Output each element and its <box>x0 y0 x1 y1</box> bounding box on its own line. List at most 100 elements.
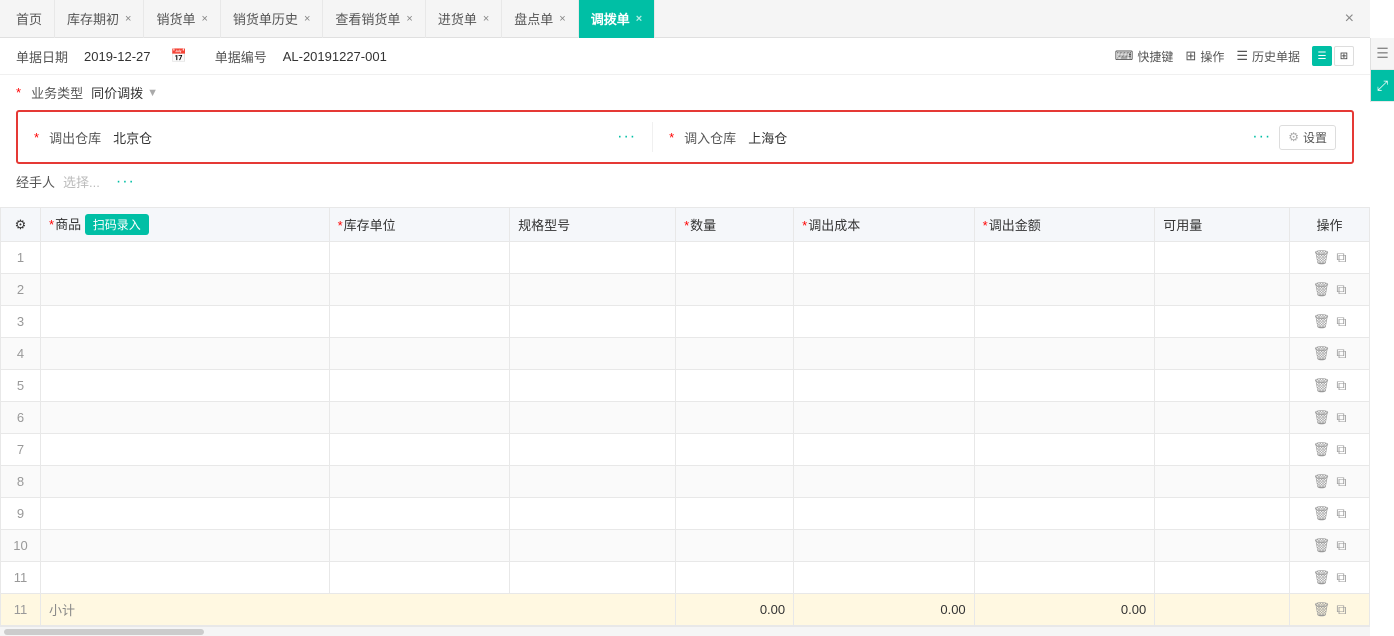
delete-icon[interactable]: 🗑 <box>1313 345 1331 362</box>
tab-close-purchase-order[interactable]: × <box>483 13 489 25</box>
row-product[interactable] <box>41 562 330 594</box>
copy-icon[interactable]: ⧉ <box>1336 473 1346 490</box>
copy-icon[interactable]: ⧉ <box>1336 569 1346 586</box>
row-cost[interactable] <box>794 370 975 402</box>
operations-button[interactable]: ⊞ 操作 <box>1185 48 1224 65</box>
row-amount[interactable] <box>974 274 1155 306</box>
delete-icon[interactable]: 🗑 <box>1313 505 1331 522</box>
row-amount[interactable] <box>974 466 1155 498</box>
row-unit[interactable] <box>329 370 510 402</box>
row-amount[interactable] <box>974 402 1155 434</box>
copy-icon[interactable]: ⧉ <box>1336 249 1346 266</box>
copy-icon[interactable]: ⧉ <box>1336 281 1346 298</box>
row-cost[interactable] <box>794 242 975 274</box>
row-available[interactable] <box>1155 306 1290 338</box>
row-qty[interactable] <box>676 466 794 498</box>
row-product[interactable] <box>41 338 330 370</box>
scan-button[interactable]: 扫码录入 <box>85 214 149 235</box>
row-product[interactable] <box>41 242 330 274</box>
row-spec[interactable] <box>510 466 676 498</box>
row-qty[interactable] <box>676 306 794 338</box>
row-qty[interactable] <box>676 242 794 274</box>
side-list-icon[interactable]: ☰ <box>1371 38 1394 70</box>
row-cost[interactable] <box>794 498 975 530</box>
tab-transfer-order[interactable]: 调拨单× <box>579 0 655 38</box>
delete-icon[interactable]: 🗑 <box>1313 441 1331 458</box>
row-cost[interactable] <box>794 402 975 434</box>
row-cost[interactable] <box>794 466 975 498</box>
row-cost[interactable] <box>794 530 975 562</box>
grid-icon-table[interactable]: ⊞ <box>1334 46 1354 66</box>
row-spec[interactable] <box>510 306 676 338</box>
grid-icon-lines[interactable]: ☰ <box>1312 46 1332 66</box>
row-available[interactable] <box>1155 434 1290 466</box>
row-unit[interactable] <box>329 434 510 466</box>
in-warehouse-more[interactable]: ··· <box>1252 128 1271 146</box>
tab-close-transfer-order[interactable]: × <box>636 13 642 25</box>
tab-close-inventory-check[interactable]: × <box>559 13 565 25</box>
row-available[interactable] <box>1155 466 1290 498</box>
row-amount[interactable] <box>974 530 1155 562</box>
copy-icon[interactable]: ⧉ <box>1336 345 1346 362</box>
row-spec[interactable] <box>510 498 676 530</box>
row-available[interactable] <box>1155 242 1290 274</box>
row-amount[interactable] <box>974 306 1155 338</box>
subtotal-delete-icon[interactable]: 🗑 <box>1313 601 1331 618</box>
row-product[interactable] <box>41 370 330 402</box>
row-unit[interactable] <box>329 402 510 434</box>
in-warehouse-value[interactable]: 上海仓 <box>748 128 787 147</box>
row-unit[interactable] <box>329 562 510 594</box>
history-button[interactable]: ☰ 历史单据 <box>1236 48 1300 65</box>
row-qty[interactable] <box>676 562 794 594</box>
copy-icon[interactable]: ⧉ <box>1336 441 1346 458</box>
tab-inventory-check[interactable]: 盘点单× <box>502 0 578 38</box>
tab-close-sales-order[interactable]: × <box>201 13 207 25</box>
out-warehouse-value[interactable]: 北京仓 <box>113 128 152 147</box>
delete-icon[interactable]: 🗑 <box>1313 473 1331 490</box>
row-unit[interactable] <box>329 466 510 498</box>
tab-close-inventory-init[interactable]: × <box>125 13 131 25</box>
row-qty[interactable] <box>676 498 794 530</box>
tab-inventory-init[interactable]: 库存期初× <box>55 0 144 38</box>
row-unit[interactable] <box>329 306 510 338</box>
delete-icon[interactable]: 🗑 <box>1313 249 1331 266</box>
copy-icon[interactable]: ⧉ <box>1336 537 1346 554</box>
calendar-icon[interactable]: 📅 <box>171 48 187 64</box>
business-type-select[interactable]: 同价调拨 ▼ <box>91 83 251 102</box>
row-product[interactable] <box>41 530 330 562</box>
tab-view-sales[interactable]: 查看销货单× <box>323 0 425 38</box>
row-spec[interactable] <box>510 530 676 562</box>
row-spec[interactable] <box>510 434 676 466</box>
row-cost[interactable] <box>794 274 975 306</box>
row-amount[interactable] <box>974 370 1155 402</box>
close-all-button[interactable]: × <box>1333 10 1366 28</box>
row-qty[interactable] <box>676 434 794 466</box>
delete-icon[interactable]: 🗑 <box>1313 409 1331 426</box>
row-qty[interactable] <box>676 530 794 562</box>
row-unit[interactable] <box>329 338 510 370</box>
row-available[interactable] <box>1155 562 1290 594</box>
row-qty[interactable] <box>676 370 794 402</box>
row-unit[interactable] <box>329 274 510 306</box>
row-product[interactable] <box>41 466 330 498</box>
row-cost[interactable] <box>794 338 975 370</box>
row-available[interactable] <box>1155 370 1290 402</box>
row-qty[interactable] <box>676 274 794 306</box>
copy-icon[interactable]: ⧉ <box>1336 409 1346 426</box>
row-cost[interactable] <box>794 562 975 594</box>
row-spec[interactable] <box>510 338 676 370</box>
quick-key-button[interactable]: ⌨ 快捷键 <box>1115 48 1174 65</box>
row-spec[interactable] <box>510 274 676 306</box>
row-amount[interactable] <box>974 338 1155 370</box>
delete-icon[interactable]: 🗑 <box>1313 377 1331 394</box>
row-available[interactable] <box>1155 402 1290 434</box>
row-available[interactable] <box>1155 530 1290 562</box>
copy-icon[interactable]: ⧉ <box>1336 313 1346 330</box>
side-expand-icon[interactable]: ⤢ <box>1371 70 1394 102</box>
row-available[interactable] <box>1155 274 1290 306</box>
row-spec[interactable] <box>510 562 676 594</box>
tab-sales-order[interactable]: 销货单× <box>144 0 220 38</box>
row-available[interactable] <box>1155 338 1290 370</box>
tab-home[interactable]: 首页 <box>4 0 55 38</box>
row-unit[interactable] <box>329 530 510 562</box>
